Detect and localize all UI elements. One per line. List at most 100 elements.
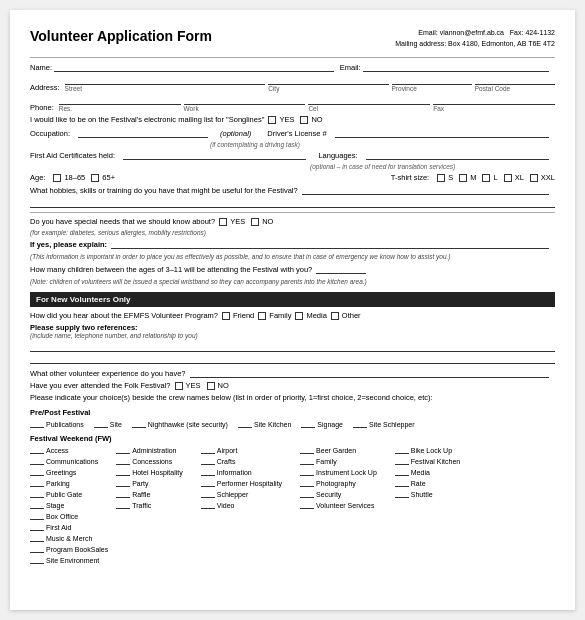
- yes-checkbox[interactable]: [268, 116, 276, 124]
- mailing-question: I would like to be on the Festival's ele…: [30, 115, 264, 124]
- tshirt-l-label: L: [493, 173, 497, 182]
- references-label: Please supply two references:: [30, 323, 138, 332]
- media-checkbox[interactable]: [295, 312, 303, 320]
- media-cb-group: Media: [295, 311, 326, 320]
- age-65plus-label: 65+: [102, 173, 115, 182]
- postal-field: Postal Code: [475, 75, 555, 92]
- special-needs-row: Do you have special needs that we should…: [30, 217, 555, 226]
- special-needs-label: Do you have special needs that we should…: [30, 217, 215, 226]
- folk-yes-checkbox[interactable]: [175, 382, 183, 390]
- crew-label-site: Site: [110, 421, 122, 428]
- tshirt-xxl-checkbox[interactable]: [530, 174, 538, 182]
- tshirt-s-checkbox[interactable]: [437, 174, 445, 182]
- work-sublabel: Work: [184, 105, 306, 112]
- drivers-line: [335, 128, 549, 138]
- special-needs-note: (for example: diabetes, serious allergie…: [30, 229, 555, 236]
- fw-crafts: Crafts: [201, 456, 282, 465]
- header-fax: Fax: 424-1132: [510, 29, 555, 36]
- occupation-line: [78, 128, 208, 138]
- heard-row: How did you hear about the EFMFS Volunte…: [30, 311, 555, 320]
- fw-information: Information: [201, 467, 282, 476]
- age-1865-group: 18–65: [53, 173, 85, 182]
- fw-schlepper: Schlepper: [201, 489, 282, 498]
- fw-stage: Stage: [30, 500, 98, 509]
- fw-party: Party: [116, 478, 183, 487]
- no-checkbox[interactable]: [300, 116, 308, 124]
- crew-label-nighthawke: Nighthawke (site security): [148, 421, 228, 428]
- fw-media: Media: [395, 467, 460, 476]
- fw-volunteer-svc: Volunteer Services: [300, 500, 377, 509]
- ifyes-label: If yes, please explain:: [30, 240, 107, 249]
- fw-program-books: Program BookSales: [30, 544, 108, 553]
- fw-security: Security: [300, 489, 377, 498]
- references-note: (include name, telephone number, and rel…: [30, 332, 198, 339]
- work-line: [184, 95, 306, 105]
- friend-label: Friend: [233, 311, 254, 320]
- folk-no-label: NO: [218, 381, 229, 390]
- tshirt-m-group: M: [459, 173, 476, 182]
- fw-col1: Access Communications Greetings Parking …: [30, 445, 108, 511]
- header-email: Email: vlannon@efmf.ab.ca: [418, 29, 504, 36]
- name-line: [54, 62, 334, 72]
- fw-parking: Parking: [30, 478, 98, 487]
- special-no-checkbox[interactable]: [251, 218, 259, 226]
- family-cb-group: Family: [258, 311, 291, 320]
- firstaid-row: First Aid Certificates held: Languages:: [30, 150, 555, 160]
- age-65plus-checkbox[interactable]: [91, 174, 99, 182]
- media-label: Media: [306, 311, 326, 320]
- yes-checkbox-group: YES: [268, 115, 294, 124]
- header-contact: Email: vlannon@efmf.ab.ca Fax: 424-1132 …: [395, 28, 555, 49]
- city-line: [268, 75, 388, 85]
- folk-no-checkbox[interactable]: [207, 382, 215, 390]
- fw-festival-kitchen: Festival Kitchen: [395, 456, 460, 465]
- special-yes-checkbox[interactable]: [219, 218, 227, 226]
- crew-site: Site: [94, 419, 122, 428]
- drivers-note: (if contemplating a driving task): [210, 141, 300, 148]
- tshirt-m-checkbox[interactable]: [459, 174, 467, 182]
- folk-yes-group: YES: [175, 381, 201, 390]
- fw-concessions: Concessions: [116, 456, 183, 465]
- ifyes-line: [111, 239, 549, 249]
- fax-field: Fax: [433, 95, 555, 112]
- languages-note: (optional – in case of need for translat…: [310, 163, 455, 170]
- tshirt-s-group: S: [437, 173, 453, 182]
- no-label: NO: [311, 115, 322, 124]
- fw-admin: Administration: [116, 445, 183, 454]
- other-label: Other: [342, 311, 361, 320]
- family-label: Family: [269, 311, 291, 320]
- age-1865-checkbox[interactable]: [53, 174, 61, 182]
- province-line: [392, 75, 472, 85]
- crew-line-site-schlepper: [353, 419, 367, 428]
- occupation-label: Occupation:: [30, 129, 70, 138]
- fw-col5: Bike Lock Up Festival Kitchen Media Rate…: [395, 445, 470, 511]
- occupation-row: Occupation: (optional) Driver's License …: [30, 128, 555, 138]
- fw-site-environment: Site Environment: [30, 555, 108, 564]
- pre-post-heading: Pre/Post Festival: [30, 408, 555, 417]
- friend-checkbox[interactable]: [222, 312, 230, 320]
- family-checkbox[interactable]: [258, 312, 266, 320]
- fw-access: Access: [30, 445, 98, 454]
- city-field: City: [268, 75, 388, 92]
- tshirt-l-checkbox[interactable]: [482, 174, 490, 182]
- children-note: (Note: children of volunteers will be is…: [30, 277, 555, 286]
- occupation-note: (optional): [220, 129, 251, 138]
- crew-line-signage: [301, 419, 315, 428]
- form-title: Volunteer Application Form: [30, 28, 212, 44]
- age-65plus-group: 65+: [91, 173, 115, 182]
- postal-line: [475, 75, 555, 85]
- folk-festival-label: Have you ever attended the Folk Festival…: [30, 381, 171, 390]
- other-checkbox[interactable]: [331, 312, 339, 320]
- references-row: Please supply two references: (include n…: [30, 323, 555, 339]
- phone-row: Phone: Res. Work Cel Fax: [30, 95, 555, 112]
- tshirt-xl-checkbox[interactable]: [504, 174, 512, 182]
- email-line: [363, 62, 549, 72]
- crew-line-site: [94, 419, 108, 428]
- header: Volunteer Application Form Email: vlanno…: [30, 28, 555, 49]
- email-label: Email:: [340, 63, 361, 72]
- other-cb-group: Other: [331, 311, 361, 320]
- fw-col3: Airport Crafts Information Performer Hos…: [201, 445, 292, 511]
- crew-signage: Signage: [301, 419, 343, 428]
- crew-label-site-schlepper: Site Schlepper: [369, 421, 415, 428]
- tshirt-xl-group: XL: [504, 173, 524, 182]
- tshirt-s-label: S: [448, 173, 453, 182]
